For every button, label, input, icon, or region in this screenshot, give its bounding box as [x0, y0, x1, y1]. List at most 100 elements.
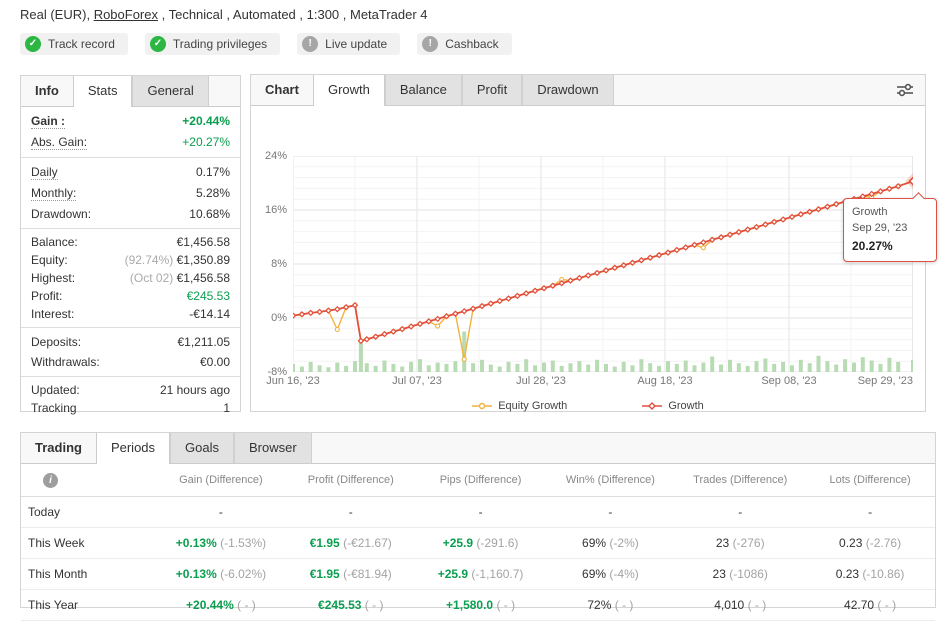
period-value-cell: 4,010 ( - )	[675, 589, 806, 621]
period-value-cell: +0.13% (-6.02%)	[156, 558, 286, 590]
y-tick-label: 24%	[264, 150, 287, 162]
tab-growth[interactable]: Growth	[312, 75, 385, 106]
period-value-cell: +0.13% (-1.53%)	[156, 527, 286, 559]
tab-general[interactable]: General	[132, 76, 209, 106]
badge-track-record[interactable]: ✓ Track record	[20, 33, 128, 55]
stats-row: Drawdown: 10.68%	[21, 204, 240, 224]
badges-row: ✓ Track record ✓ Trading privileges ! Li…	[20, 33, 512, 55]
period-value-cell: €1.95 (-€81.94)	[285, 558, 416, 590]
stats-row: Profit: €245.53	[21, 287, 240, 305]
stats-value: 5.28%	[195, 186, 230, 200]
chart-settings-icon[interactable]	[895, 80, 915, 100]
stats-group: Gain : +20.44% Abs. Gain: +20.27%	[21, 107, 240, 158]
tab-balance[interactable]: Balance	[384, 75, 462, 105]
stats-row: Tracking 1	[21, 399, 240, 417]
period-label: This Week	[21, 527, 156, 559]
period-label: This Year	[21, 589, 156, 621]
stats-row: Balance: €1,456.58	[21, 233, 240, 251]
stats-value: (Oct 02) €1,456.58	[129, 271, 230, 285]
period-label: Today	[21, 496, 156, 528]
tab-stats[interactable]: Stats	[72, 76, 133, 107]
badge-trading-privileges[interactable]: ✓ Trading privileges	[144, 33, 281, 55]
period-value-cell: -	[545, 496, 676, 528]
x-tick-label: Sep 29, '23	[857, 375, 913, 387]
tab-periods[interactable]: Periods	[95, 433, 171, 464]
check-icon: ✓	[149, 36, 166, 52]
stats-value: €1,211.05	[177, 335, 231, 349]
check-icon: ✓	[25, 36, 41, 52]
stats-label: Updated:	[31, 383, 80, 397]
badge-cashback[interactable]: ! Cashback	[417, 33, 512, 55]
badge-live-update[interactable]: ! Live update	[297, 33, 401, 55]
stats-label[interactable]: Gain :	[31, 114, 66, 129]
stats-row: Interest: -€14.14	[21, 305, 240, 323]
broker-link[interactable]: RoboForex	[94, 7, 158, 22]
stats-value-prefix: (Oct 02)	[129, 271, 177, 285]
stats-value: +20.44%	[182, 114, 230, 128]
trading-panel: Trading Periods Goals Browser i Gain (Dif…	[20, 432, 936, 621]
column-header-info: i	[21, 464, 156, 497]
table-row: This Week +0.13% (-1.53%) €1.95 (-€21.67) +…	[21, 527, 935, 559]
period-value-cell: -	[675, 496, 806, 528]
stats-label[interactable]: Abs. Gain:	[31, 135, 88, 150]
table-row: This Year +20.44% ( - ) €245.53 ( - ) +1,58…	[21, 589, 935, 621]
stats-label[interactable]: Monthly:	[31, 186, 77, 201]
legend-equity-growth[interactable]: Equity Growth	[472, 400, 567, 412]
table-row: Today - - - - - -	[21, 496, 935, 528]
chart-panel: Chart Growth Balance Profit Drawdown 24%…	[250, 74, 937, 412]
exclamation-icon: !	[302, 36, 319, 52]
period-value-cell: 42.70 ( - )	[805, 589, 935, 621]
stats-value: 0.17%	[195, 165, 230, 179]
chart-tooltip: Growth Sep 29, '23 20.27%	[843, 198, 937, 263]
x-tick-label: Jul 28, '23	[516, 375, 566, 387]
exclamation-icon: !	[422, 36, 439, 52]
stats-value: 10.68%	[189, 207, 230, 221]
tooltip-value: 20.27%	[852, 238, 893, 253]
stats-label[interactable]: Daily	[31, 165, 58, 180]
account-title-prefix: Real (EUR),	[20, 7, 94, 22]
y-tick-label: 8%	[271, 258, 287, 270]
account-title-suffix: , Technical , Automated , 1:300 , MetaTr…	[158, 7, 428, 22]
stats-value: (92.74%) €1,350.89	[124, 253, 230, 267]
stats-value-prefix: (92.74%)	[124, 253, 177, 267]
growth-chart[interactable]: 24% 16% 8% 0% -8% Jun 16, '23 Jul 07, '23 Jul …	[251, 106, 937, 412]
column-header: Win% (Difference)	[545, 464, 676, 497]
stats-row: Gain : +20.44%	[21, 111, 240, 132]
y-tick-label: 16%	[264, 204, 287, 216]
period-value-cell: -	[285, 496, 416, 528]
stats-row: Daily 0.17%	[21, 162, 240, 183]
period-value-cell: +25.9 (-291.6)	[415, 527, 546, 559]
chart-plot[interactable]	[293, 156, 913, 372]
stats-row: Abs. Gain: +20.27%	[21, 132, 240, 153]
period-label: This Month	[21, 558, 156, 590]
x-tick-label: Jul 07, '23	[392, 375, 442, 387]
period-value-cell: 23 (-276)	[675, 527, 806, 559]
stats-value: 1	[223, 401, 230, 415]
badge-label: Cashback	[445, 37, 499, 51]
stats-group: Balance: €1,456.58 Equity: (92.74%) €1,350.…	[21, 229, 240, 328]
period-value-cell: 0.23 (-10.86)	[805, 558, 935, 590]
badge-label: Track record	[48, 37, 115, 51]
tab-profit[interactable]: Profit	[461, 75, 523, 105]
stats-label: Interest:	[31, 307, 75, 321]
column-header: Lots (Difference)	[805, 464, 935, 497]
info-tabs: Info Stats General	[21, 76, 240, 107]
tab-drawdown[interactable]: Drawdown	[522, 75, 614, 105]
x-tick-label: Jun 16, '23	[266, 375, 320, 387]
tab-chart[interactable]: Chart	[251, 75, 313, 105]
tab-trading[interactable]: Trading	[21, 433, 96, 463]
stats-label: Drawdown:	[31, 207, 92, 221]
info-icon[interactable]: i	[43, 472, 58, 488]
period-value-cell: 69% (-4%)	[545, 558, 676, 590]
period-value-cell: €245.53 ( - )	[285, 589, 416, 621]
column-header: Trades (Difference)	[675, 464, 806, 497]
tab-goals[interactable]: Goals	[170, 433, 234, 463]
tab-info[interactable]: Info	[21, 76, 73, 106]
x-tick-label: Sep 08, '23	[761, 375, 817, 387]
tab-browser[interactable]: Browser	[234, 433, 312, 463]
period-value-cell: +25.9 (-1,160.7)	[415, 558, 546, 590]
stats-value: 21 hours ago	[159, 383, 230, 397]
stats-group: Deposits: €1,211.05 Withdrawals: €0.00	[21, 328, 240, 377]
tooltip-date: Sep 29, '23	[852, 221, 908, 234]
legend-growth[interactable]: Growth	[642, 400, 704, 412]
